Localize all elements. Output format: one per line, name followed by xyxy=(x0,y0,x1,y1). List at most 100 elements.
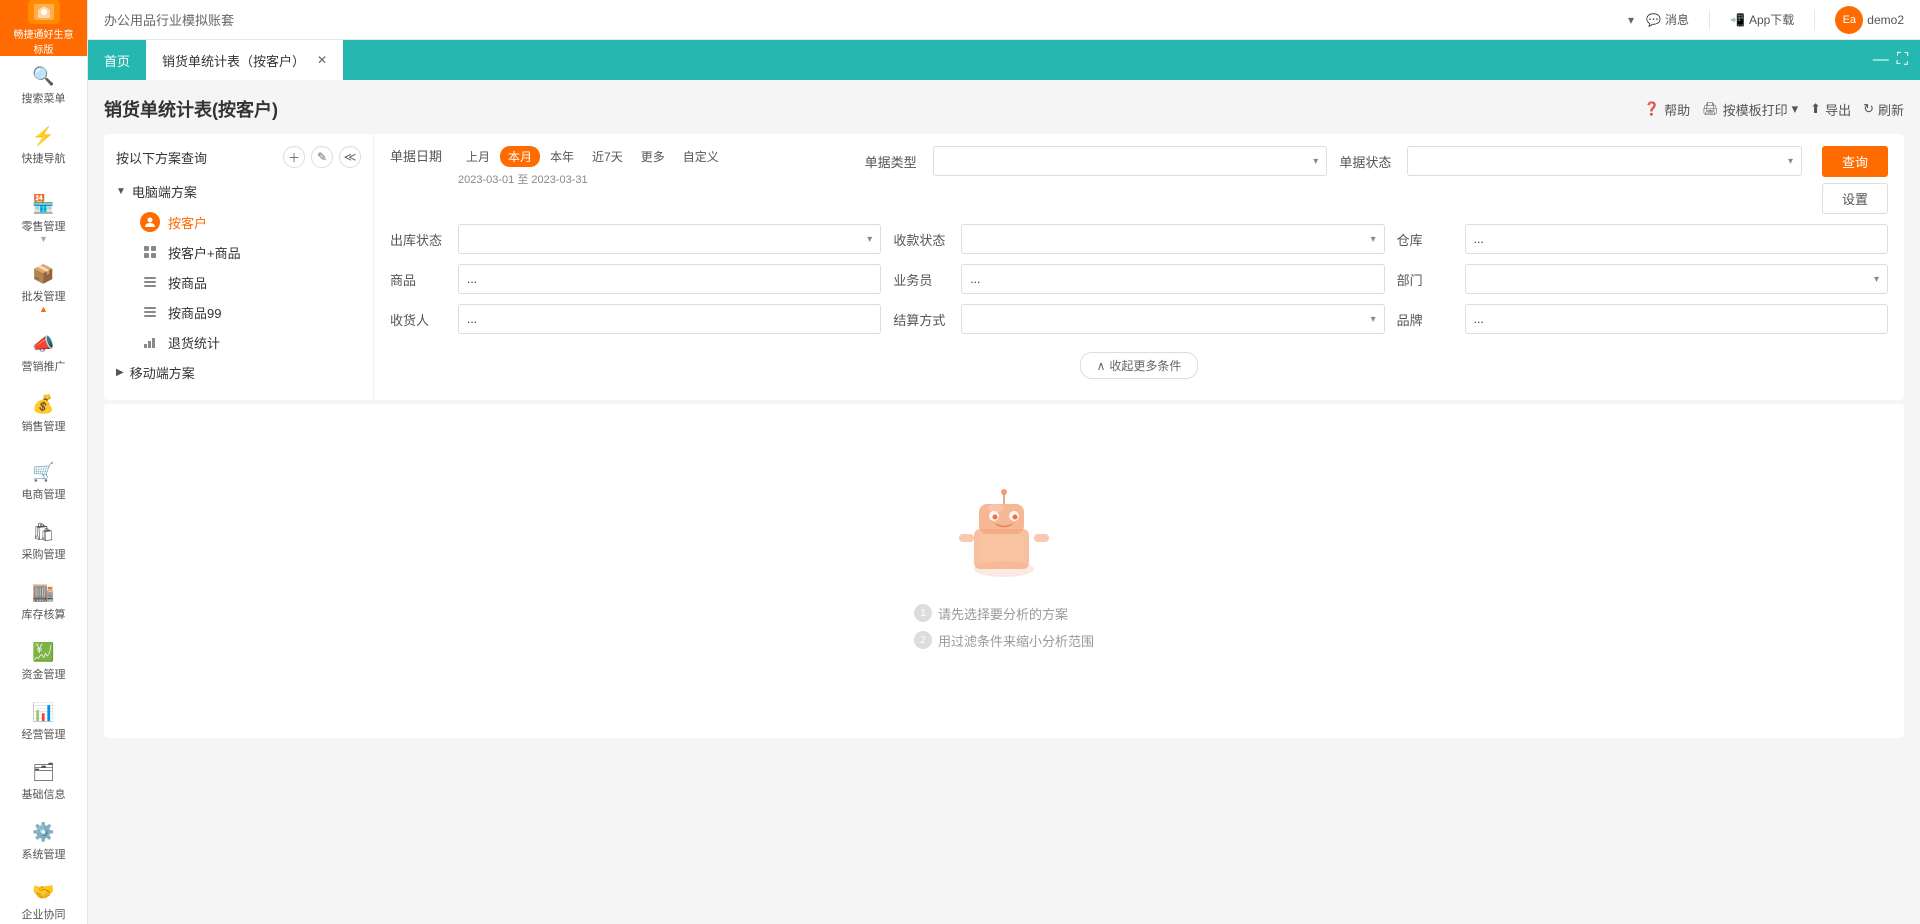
department-label: 部门 xyxy=(1397,270,1457,289)
date-tab-more[interactable]: 更多 xyxy=(633,146,673,167)
refresh-action[interactable]: ↻ 刷新 xyxy=(1863,100,1904,119)
department-chevron: ▾ xyxy=(1874,274,1879,285)
page-title: 销货单统计表(按客户) xyxy=(104,96,278,122)
collapse-label: 收起更多条件 xyxy=(1109,357,1181,374)
sidebar-item-purchase[interactable]: 🛍 采购管理 xyxy=(0,512,87,572)
receipt-status-dropdown[interactable]: ▾ xyxy=(961,224,1384,254)
settings-button[interactable]: 设置 xyxy=(1822,183,1888,214)
tab-close-icon[interactable]: ✕ xyxy=(317,53,327,67)
filter-item-receiptstatus: 收款状态 ▾ xyxy=(893,224,1384,254)
tree-child-by-product-99[interactable]: 按商品99 xyxy=(116,297,361,327)
hint-text-2: 用过滤条件来缩小分析范围 xyxy=(938,631,1094,650)
query-button[interactable]: 查询 xyxy=(1822,146,1888,177)
left-panel-icons: ＋ ✎ ≪ xyxy=(283,146,361,168)
tree-child-by-customer[interactable]: 按客户 xyxy=(116,207,361,237)
tree-parent-mobile[interactable]: ▶ 移动端方案 xyxy=(116,357,361,388)
sidebar-item-sales[interactable]: 💰 销售管理 xyxy=(0,384,87,444)
warehouse-label: 仓库 xyxy=(1397,230,1457,249)
sidebar-label-cooperation: 企业协同 xyxy=(22,906,66,922)
settlement-dropdown[interactable]: ▾ xyxy=(961,304,1384,334)
tree-child-by-customer-product[interactable]: 按客户+商品 xyxy=(116,237,361,267)
receipt-status-label: 收款状态 xyxy=(893,230,953,249)
collapse-button[interactable]: ∧ 收起更多条件 xyxy=(1080,352,1199,379)
out-status-chevron: ▾ xyxy=(867,234,872,245)
warehouse-field[interactable]: ... xyxy=(1465,224,1888,254)
app-download-action[interactable]: 📲 App下载 xyxy=(1730,11,1794,28)
tree-child-return-stat[interactable]: 退货统计 xyxy=(116,327,361,357)
receipt-status-chevron: ▾ xyxy=(1371,234,1376,245)
empty-state: 1 请先选择要分析的方案 2 用过滤条件来缩小分析范围 xyxy=(104,404,1904,738)
left-panel-header: 按以下方案查询 ＋ ✎ ≪ xyxy=(104,146,373,176)
edit-scheme-btn[interactable]: ✎ xyxy=(311,146,333,168)
out-status-dropdown[interactable]: ▾ xyxy=(458,224,881,254)
department-dropdown[interactable]: ▾ xyxy=(1465,264,1888,294)
sidebar: 畅捷通好生意 标版 🔍 搜索菜单 ⚡ 快捷导航 🏪 零售管理 ▼ 📦 批发管理 … xyxy=(0,0,88,924)
tab-sales-stat[interactable]: 销货单统计表（按客户） ✕ xyxy=(146,40,343,80)
sidebar-item-retail[interactable]: 🏪 零售管理 ▼ xyxy=(0,184,87,254)
date-picker: 上月 本月 本年 近7天 更多 自定义 2023-03-01 至 2023-03… xyxy=(458,146,727,187)
sidebar-item-system[interactable]: ⚙️ 系统管理 xyxy=(0,812,87,872)
export-action[interactable]: ⬆ 导出 xyxy=(1810,100,1851,119)
status-label: 单据状态 xyxy=(1339,152,1399,171)
type-dropdown[interactable]: ▾ xyxy=(933,146,1328,176)
sidebar-item-finance[interactable]: 💹 资金管理 xyxy=(0,632,87,692)
sidebar-item-inventory[interactable]: 🏬 库存核算 xyxy=(0,572,87,632)
topbar-actions: 💬 消息 📲 App下载 Ea demo2 xyxy=(1646,6,1904,34)
brand-field[interactable]: ... xyxy=(1465,304,1888,334)
export-label: 导出 xyxy=(1825,100,1851,119)
date-tab-thisyear[interactable]: 本年 xyxy=(542,146,582,167)
sidebar-item-wholesale[interactable]: 📦 批发管理 ▲ xyxy=(0,254,87,324)
date-tab-custom[interactable]: 自定义 xyxy=(675,146,727,167)
tab-maximize-icon[interactable]: ⛶ xyxy=(1897,51,1908,69)
sidebar-item-quicknav[interactable]: ⚡ 快捷导航 xyxy=(0,116,87,176)
refresh-icon: ↻ xyxy=(1863,101,1874,117)
print-action[interactable]: 🖨 按模板打印 ▾ xyxy=(1702,100,1798,119)
sidebar-item-search[interactable]: 🔍 搜索菜单 xyxy=(0,56,87,116)
right-panel: 单据日期 上月 本月 本年 近7天 更多 自定义 xyxy=(374,134,1904,400)
status-dropdown[interactable]: ▾ xyxy=(1407,146,1802,176)
download-icon: 📲 xyxy=(1730,13,1745,27)
topbar: 办公用品行业模拟账套 ▾ 💬 消息 📲 App下载 Ea demo2 xyxy=(88,0,1920,40)
collapse-panel-btn[interactable]: ≪ xyxy=(339,146,361,168)
by-product-icon xyxy=(140,272,160,292)
sidebar-item-basics[interactable]: 🗂 基础信息 xyxy=(0,752,87,812)
date-tab-lastmonth[interactable]: 上月 xyxy=(458,146,498,167)
brand-placeholder: ... xyxy=(1474,312,1484,326)
app-subtitle: 标版 xyxy=(34,41,54,56)
tab-home[interactable]: 首页 xyxy=(88,40,146,80)
sidebar-label-purchase: 采购管理 xyxy=(22,546,66,562)
date-tab-thismonth[interactable]: 本月 xyxy=(500,146,540,167)
cooperation-icon: 🤝 xyxy=(32,882,54,903)
help-label: 帮助 xyxy=(1664,100,1690,119)
filter-row-1: 单据日期 上月 本月 本年 近7天 更多 自定义 xyxy=(390,146,1888,214)
app-name: 畅捷通好生意 xyxy=(14,26,74,41)
topbar-title: 办公用品行业模拟账套 xyxy=(104,10,1616,29)
tree-child-by-product[interactable]: 按商品 xyxy=(116,267,361,297)
tabbar-controls: — ⛶ xyxy=(1861,51,1920,69)
basics-icon: 🗂 xyxy=(32,762,55,783)
by-product-99-label: 按商品99 xyxy=(168,303,221,322)
add-scheme-btn[interactable]: ＋ xyxy=(283,146,305,168)
product-field[interactable]: ... xyxy=(458,264,881,294)
salesperson-field[interactable]: ... xyxy=(961,264,1384,294)
user-action[interactable]: Ea demo2 xyxy=(1835,6,1904,34)
query-buttons: 查询 设置 xyxy=(1814,146,1888,214)
system-icon: ⚙️ xyxy=(32,822,54,843)
date-tab-last7days[interactable]: 近7天 xyxy=(584,146,631,167)
sidebar-item-operations[interactable]: 📊 经营管理 xyxy=(0,692,87,752)
hint-text-1: 请先选择要分析的方案 xyxy=(938,604,1068,623)
message-action[interactable]: 💬 消息 xyxy=(1646,11,1689,28)
sidebar-item-ecommerce[interactable]: 🛒 电商管理 xyxy=(0,452,87,512)
sidebar-label-finance: 资金管理 xyxy=(22,666,66,682)
sidebar-item-cooperation[interactable]: 🤝 企业协同 xyxy=(0,872,87,924)
sidebar-label-basics: 基础信息 xyxy=(22,786,66,802)
refresh-label: 刷新 xyxy=(1878,100,1904,119)
consignee-field[interactable]: ... xyxy=(458,304,881,334)
tree-parent-desktop[interactable]: ▼ 电脑端方案 xyxy=(116,176,361,207)
help-action[interactable]: ❓ 帮助 xyxy=(1644,100,1690,119)
topbar-dropdown[interactable]: ▾ xyxy=(1628,13,1634,27)
purchase-icon: 🛍 xyxy=(32,522,55,543)
sidebar-item-marketing[interactable]: 📣 营销推广 xyxy=(0,324,87,384)
tree-section: ▼ 电脑端方案 按客户 xyxy=(104,176,373,388)
tab-minimize-icon[interactable]: — xyxy=(1873,51,1889,69)
